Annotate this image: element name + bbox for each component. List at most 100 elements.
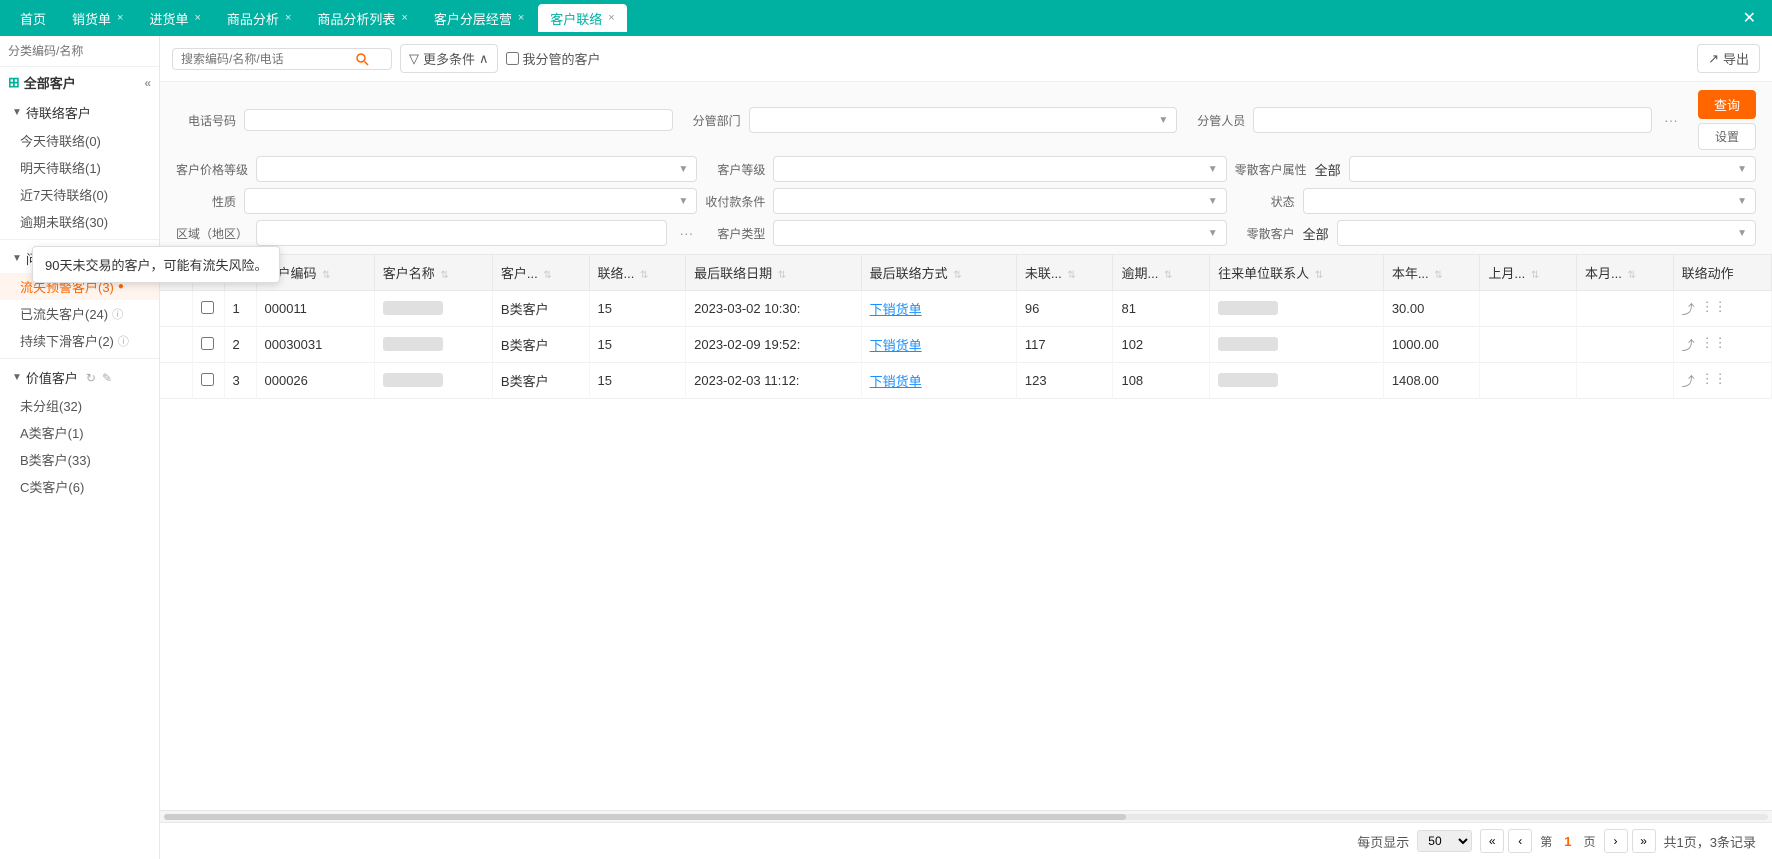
- sidebar-group-value-header[interactable]: ▼ 价值客户 ↻ ✎: [0, 363, 159, 392]
- th-last-date-sort[interactable]: ⇅: [778, 270, 786, 281]
- filter-gender-label: 性质: [176, 193, 236, 210]
- row-checkbox-3[interactable]: [201, 373, 214, 386]
- total-info: 共1页，3条记录: [1664, 832, 1756, 851]
- my-customers-checkbox[interactable]: [506, 52, 519, 65]
- sidebar-group-pending-header[interactable]: ▼ 待联络客户: [0, 98, 159, 127]
- data-table: ⚙ 客户编码 ⇅ 客户名称 ⇅: [160, 255, 1772, 399]
- per-page-select[interactable]: 50 100 200: [1417, 830, 1472, 852]
- th-this-month-sort[interactable]: ⇅: [1628, 270, 1636, 281]
- td-type-2: B类客户: [492, 327, 589, 363]
- filter-area-select[interactable]: [256, 220, 667, 246]
- tab-sales[interactable]: 销货单 ×: [60, 4, 135, 32]
- export-btn[interactable]: ↗ 导出: [1697, 44, 1760, 73]
- tab-product-list-close[interactable]: ×: [401, 12, 407, 24]
- more-conditions-btn[interactable]: ▽ 更多条件 ∧: [400, 44, 498, 73]
- filter-customer-grade-select[interactable]: ▼: [773, 156, 1226, 182]
- tab-customer-tier[interactable]: 客户分层经营 ×: [422, 4, 536, 32]
- th-overdue-label: 逾期...: [1121, 266, 1158, 281]
- last-method-link-1[interactable]: 下销货单: [870, 302, 922, 317]
- last-method-link-3[interactable]: 下销货单: [870, 374, 922, 389]
- scrollbar-track[interactable]: [164, 814, 1768, 820]
- tab-product-list[interactable]: 商品分析列表 ×: [305, 4, 419, 32]
- tab-purchase[interactable]: 进货单 ×: [137, 4, 212, 32]
- td-last-method-2[interactable]: 下销货单: [861, 327, 1016, 363]
- td-type-3: B类客户: [492, 363, 589, 399]
- action-more-icon-1[interactable]: ⋮⋮: [1701, 299, 1727, 318]
- th-overdue-sort[interactable]: ⇅: [1164, 270, 1172, 281]
- action-more-icon-3[interactable]: ⋮⋮: [1701, 371, 1727, 390]
- sidebar-item-declining[interactable]: 持续下滑客户(2) ⓘ: [0, 327, 159, 354]
- tab-sales-close[interactable]: ×: [117, 12, 123, 24]
- filter-manager-dots[interactable]: ···: [1660, 112, 1682, 128]
- horizontal-scrollbar[interactable]: [160, 810, 1772, 822]
- tab-product-analysis-close[interactable]: ×: [285, 12, 291, 24]
- sidebar-item-class-a[interactable]: A类客户(1): [0, 419, 159, 446]
- th-name-sort[interactable]: ⇅: [440, 270, 448, 281]
- filter-manager-select[interactable]: [1253, 107, 1652, 133]
- sidebar-item-overdue[interactable]: 逾期未联络(30): [0, 208, 159, 235]
- filter-area-dots[interactable]: ···: [675, 225, 697, 241]
- query-button[interactable]: 查询: [1698, 90, 1756, 119]
- scrollbar-thumb[interactable]: [164, 814, 1126, 820]
- sidebar-item-ungrouped[interactable]: 未分组(32): [0, 392, 159, 419]
- page-first-btn[interactable]: «: [1480, 829, 1504, 853]
- th-last-month-sort[interactable]: ⇅: [1531, 270, 1539, 281]
- td-check-1[interactable]: [192, 291, 224, 327]
- tab-purchase-close[interactable]: ×: [194, 12, 200, 24]
- sidebar-collapse-btn[interactable]: «: [144, 76, 151, 90]
- th-type-sort[interactable]: ⇅: [543, 270, 551, 281]
- page-last-btn[interactable]: »: [1632, 829, 1656, 853]
- settings-button[interactable]: 设置: [1698, 123, 1756, 150]
- window-close-button[interactable]: ✕: [1735, 4, 1764, 32]
- filter-gender-select[interactable]: ▼: [244, 188, 697, 214]
- filter-retail-customer-select[interactable]: ▼: [1337, 220, 1756, 246]
- sidebar-root-header[interactable]: ⊞ 全部客户 «: [0, 67, 159, 98]
- sidebar-item-class-b[interactable]: B类客户(33): [0, 446, 159, 473]
- th-contact-person-sort[interactable]: ⇅: [1315, 270, 1323, 281]
- th-this-year-sort[interactable]: ⇅: [1434, 270, 1442, 281]
- filter-search-input[interactable]: [181, 52, 351, 66]
- th-no-contact-sort[interactable]: ⇅: [1067, 270, 1075, 281]
- filter-gender-arrow: ▼: [678, 196, 688, 207]
- row-checkbox-2[interactable]: [201, 337, 214, 350]
- sidebar-item-class-c[interactable]: C类客户(6): [0, 473, 159, 500]
- sidebar-search-input[interactable]: [8, 44, 160, 58]
- tab-home[interactable]: 首页: [8, 4, 58, 32]
- value-edit-icon[interactable]: ✎: [102, 371, 112, 385]
- page-next-btn[interactable]: ›: [1604, 829, 1628, 853]
- th-code-sort[interactable]: ⇅: [322, 270, 330, 281]
- tab-product-analysis[interactable]: 商品分析 ×: [215, 4, 303, 32]
- sidebar-item-today[interactable]: 今天待联络(0): [0, 127, 159, 154]
- filter-dept-select[interactable]: ▼: [749, 107, 1178, 133]
- action-more-icon-2[interactable]: ⋮⋮: [1701, 335, 1727, 354]
- row-checkbox-1[interactable]: [201, 301, 214, 314]
- sidebar-item-7days[interactable]: 近7天待联络(0): [0, 181, 159, 208]
- sidebar-item-tomorrow[interactable]: 明天待联络(1): [0, 154, 159, 181]
- tab-customer-contact-close[interactable]: ×: [608, 12, 614, 24]
- action-link-icon-1[interactable]: ⤴: [1682, 299, 1695, 318]
- filter-status-select[interactable]: ▼: [1303, 188, 1756, 214]
- td-this-year-3: 1408.00: [1383, 363, 1480, 399]
- tab-customer-contact[interactable]: 客户联络 ×: [538, 4, 626, 32]
- page-prev-btn[interactable]: ‹: [1508, 829, 1532, 853]
- td-check-3[interactable]: [192, 363, 224, 399]
- td-check-2[interactable]: [192, 327, 224, 363]
- filter-phone-input[interactable]: [244, 109, 673, 131]
- filter-payment-select[interactable]: ▼: [773, 188, 1226, 214]
- th-last-method-sort[interactable]: ⇅: [953, 270, 961, 281]
- last-method-link-2[interactable]: 下销货单: [870, 338, 922, 353]
- tab-customer-tier-close[interactable]: ×: [518, 12, 524, 24]
- filter-price-grade-select[interactable]: ▼: [256, 156, 697, 182]
- action-link-icon-2[interactable]: ⤴: [1682, 335, 1695, 354]
- more-conditions-arrow: ∧: [479, 51, 489, 67]
- filter-retail-attr-select[interactable]: ▼: [1349, 156, 1756, 182]
- table-row: 2 00030031 B类客户 15 2023-02-09 19:52: 下销货…: [160, 327, 1772, 363]
- th-contact-count-sort[interactable]: ⇅: [640, 270, 648, 281]
- my-customers-checkbox-area[interactable]: 我分管的客户: [506, 49, 601, 68]
- sidebar-item-churned[interactable]: 已流失客户(24) ⓘ: [0, 300, 159, 327]
- td-last-method-3[interactable]: 下销货单: [861, 363, 1016, 399]
- value-refresh-icon[interactable]: ↻: [86, 371, 96, 385]
- action-link-icon-3[interactable]: ⤴: [1682, 371, 1695, 390]
- filter-customer-type-select[interactable]: ▼: [773, 220, 1226, 246]
- td-last-method-1[interactable]: 下销货单: [861, 291, 1016, 327]
